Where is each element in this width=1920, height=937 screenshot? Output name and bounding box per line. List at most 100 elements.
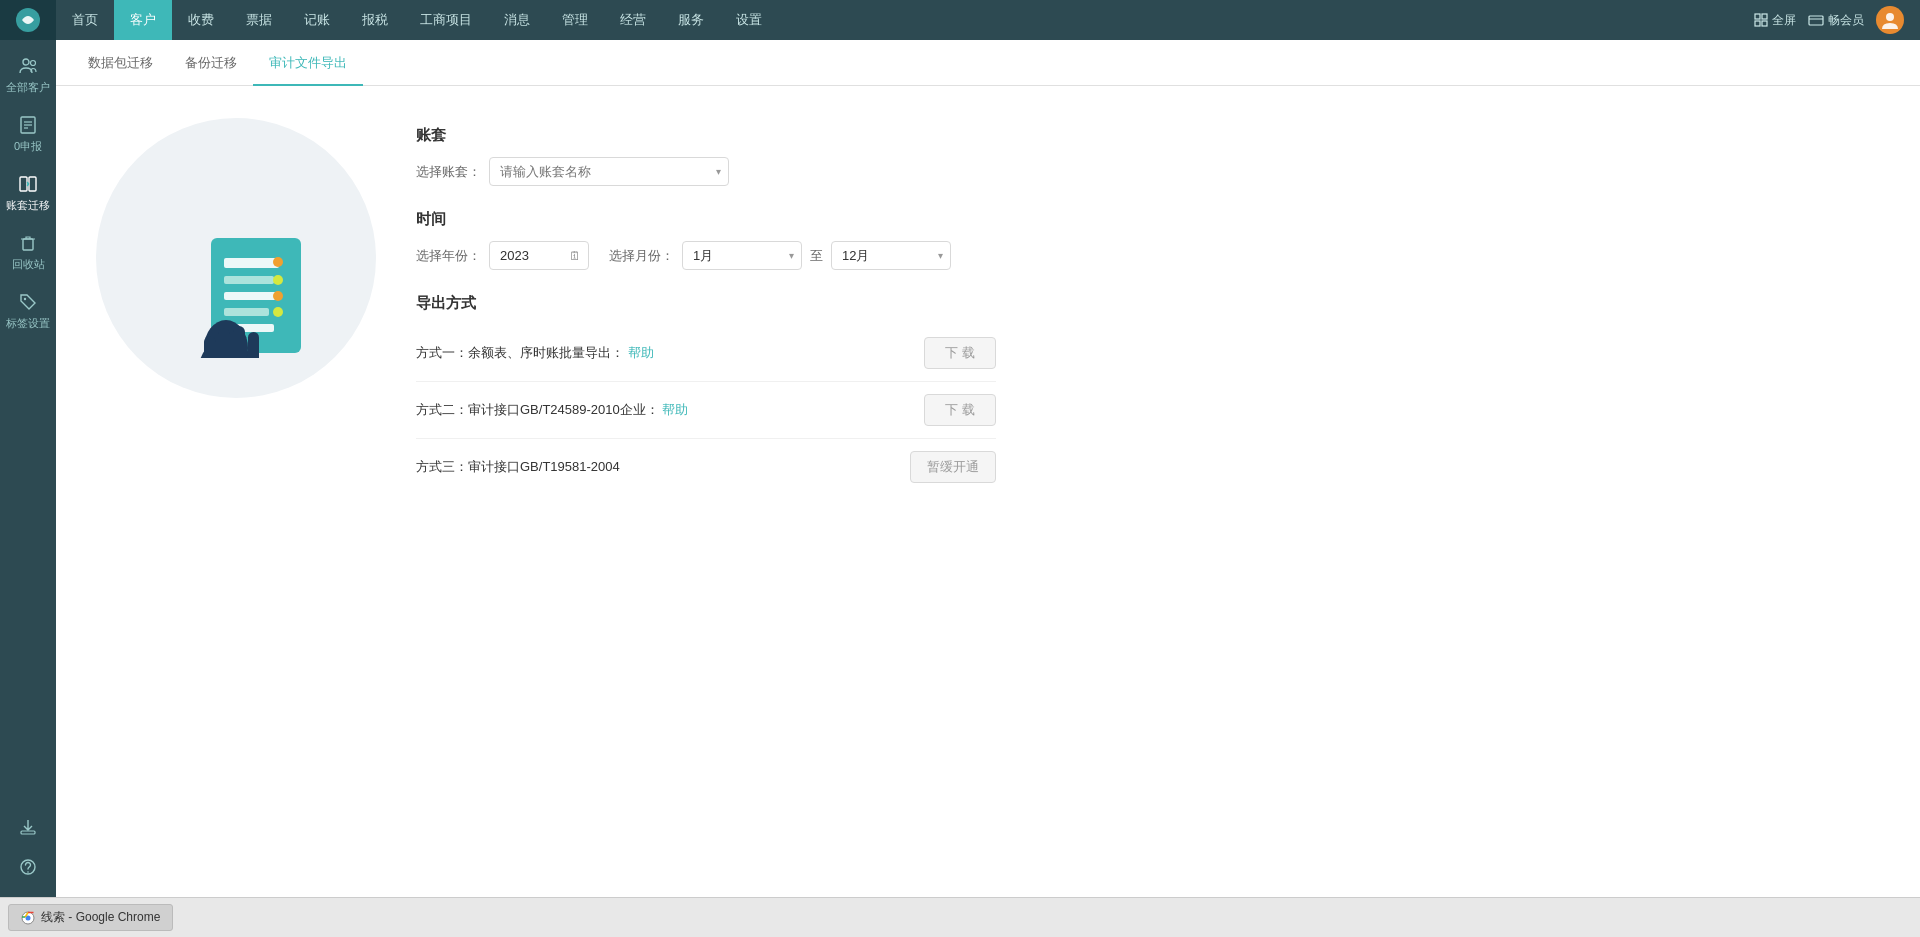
illustration-area (96, 118, 376, 398)
tab-audit-export[interactable]: 审计文件导出 (253, 42, 363, 86)
svg-point-19 (27, 871, 29, 873)
tab-bar: 数据包迁移 备份迁移 审计文件导出 (56, 40, 1920, 86)
svg-rect-1 (1755, 14, 1760, 19)
account-label: 选择账套： (416, 163, 481, 181)
sidebar-item-tag-settings-label: 标签设置 (6, 316, 50, 331)
svg-rect-3 (1755, 21, 1760, 26)
sidebar-item-tag-settings[interactable]: 标签设置 (2, 284, 54, 339)
export-method-1-download-button[interactable]: 下 载 (924, 337, 996, 369)
fullscreen-button[interactable]: 全屏 (1754, 12, 1796, 29)
svg-rect-34 (233, 326, 245, 358)
taskbar: 线索 - Google Chrome (0, 897, 1920, 937)
nav-item-ticket[interactable]: 票据 (230, 0, 288, 40)
export-section-title: 导出方式 (416, 294, 996, 313)
svg-rect-17 (21, 831, 35, 834)
sidebar-item-all-customers-label: 全部客户 (6, 80, 50, 95)
main-layout: 全部客户 0申报 账套迁移 回收站 (0, 40, 1920, 897)
sidebar-item-zero-report-label: 0申报 (14, 139, 42, 154)
svg-rect-15 (23, 239, 33, 250)
sidebar-item-zero-report[interactable]: 0申报 (2, 107, 54, 162)
top-nav: 首页 客户 收费 票据 记账 报税 工商项目 消息 管理 经营 服务 设置 全屏 (0, 0, 1920, 40)
tag-icon (18, 292, 38, 312)
export-layout: 账套 选择账套： ▾ 时间 选择年份： 🗓 (96, 118, 996, 495)
vip-icon (1808, 13, 1824, 27)
export-method-1-text: 方式一：余额表、序时账批量导出： (416, 345, 624, 360)
avatar-icon (1879, 9, 1901, 31)
tab-data-migrate[interactable]: 数据包迁移 (72, 42, 169, 86)
year-label: 选择年份： (416, 247, 481, 265)
account-form-row: 选择账套： ▾ (416, 157, 996, 186)
avatar[interactable] (1876, 6, 1904, 34)
svg-point-8 (31, 61, 36, 66)
tab-backup-migrate[interactable]: 备份迁移 (169, 42, 253, 86)
vip-button[interactable]: 畅会员 (1808, 12, 1864, 29)
time-form-row: 选择年份： 🗓 选择月份： 1月 2月 3月 4月 (416, 241, 996, 270)
nav-item-settings[interactable]: 设置 (720, 0, 778, 40)
svg-rect-22 (224, 276, 274, 284)
month-separator: 至 (810, 247, 823, 265)
left-sidebar: 全部客户 0申报 账套迁移 回收站 (0, 40, 56, 897)
export-method-row-2: 方式二：审计接口GB/T24589-2010企业： 帮助 下 载 (416, 382, 996, 439)
sidebar-item-all-customers[interactable]: 全部客户 (2, 48, 54, 103)
help-icon (18, 857, 38, 877)
svg-point-26 (273, 257, 283, 267)
year-input[interactable] (489, 241, 589, 270)
export-method-2-help-link[interactable]: 帮助 (662, 402, 688, 417)
chrome-icon (21, 911, 35, 925)
vip-label: 畅会员 (1828, 12, 1864, 29)
download-icon (18, 817, 38, 837)
nav-item-manage[interactable]: 管理 (546, 0, 604, 40)
top-nav-items: 首页 客户 收费 票据 记账 报税 工商项目 消息 管理 经营 服务 设置 (56, 0, 1754, 40)
svg-rect-4 (1762, 21, 1767, 26)
nav-item-customer[interactable]: 客户 (114, 0, 172, 40)
svg-point-29 (273, 307, 283, 317)
sidebar-item-account-migrate-label: 账套迁移 (6, 198, 50, 213)
svg-rect-13 (20, 177, 27, 191)
export-method-2-text: 方式二：审计接口GB/T24589-2010企业： (416, 402, 659, 417)
nav-item-tax[interactable]: 报税 (346, 0, 404, 40)
svg-rect-5 (1809, 16, 1823, 25)
export-method-3-vip-button[interactable]: 暂缓开通 (910, 451, 996, 483)
export-method-label-2: 方式二：审计接口GB/T24589-2010企业： 帮助 (416, 401, 688, 419)
account-input[interactable] (489, 157, 729, 186)
taskbar-chrome-item[interactable]: 线索 - Google Chrome (8, 904, 173, 931)
fullscreen-icon (1754, 13, 1768, 27)
svg-rect-23 (224, 292, 279, 300)
content-area: 数据包迁移 备份迁移 审计文件导出 (56, 40, 1920, 897)
sidebar-item-recycle[interactable]: 回收站 (2, 225, 54, 280)
sidebar-bottom (2, 809, 54, 897)
sidebar-item-help[interactable] (2, 849, 54, 885)
svg-point-27 (273, 275, 283, 285)
account-section-title: 账套 (416, 126, 996, 145)
month-end-select[interactable]: 1月 2月 3月 4月 5月 6月 7月 8月 9月 10月 11月 (831, 241, 951, 270)
sidebar-item-account-migrate[interactable]: 账套迁移 (2, 166, 54, 221)
export-method-label-3: 方式三：审计接口GB/T19581-2004 (416, 458, 620, 476)
svg-rect-35 (248, 332, 259, 358)
migrate-icon (18, 174, 38, 194)
app-logo (0, 0, 56, 40)
month-end-wrapper: 1月 2月 3月 4月 5月 6月 7月 8月 9月 10月 11月 (831, 241, 951, 270)
nav-item-service[interactable]: 服务 (662, 0, 720, 40)
month-start-select[interactable]: 1月 2月 3月 4月 5月 6月 7月 8月 9月 10月 11月 (682, 241, 802, 270)
audit-illustration (136, 158, 336, 358)
export-method-2-download-button[interactable]: 下 载 (924, 394, 996, 426)
nav-item-account[interactable]: 记账 (288, 0, 346, 40)
export-method-1-help-link[interactable]: 帮助 (628, 345, 654, 360)
export-method-row-3: 方式三：审计接口GB/T19581-2004 暂缓开通 (416, 439, 996, 495)
export-method-3-text: 方式三：审计接口GB/T19581-2004 (416, 459, 620, 474)
nav-item-message[interactable]: 消息 (488, 0, 546, 40)
svg-point-6 (1886, 13, 1894, 21)
svg-point-16 (24, 298, 26, 300)
svg-rect-14 (29, 177, 36, 191)
nav-item-business[interactable]: 工商项目 (404, 0, 488, 40)
nav-item-fee[interactable]: 收费 (172, 0, 230, 40)
sidebar-item-recycle-label: 回收站 (12, 257, 45, 272)
svg-rect-33 (218, 328, 230, 358)
top-nav-right: 全屏 畅会员 (1754, 6, 1920, 34)
report-icon (18, 115, 38, 135)
nav-item-operation[interactable]: 经营 (604, 0, 662, 40)
users-icon (18, 56, 38, 76)
nav-item-home[interactable]: 首页 (56, 0, 114, 40)
sidebar-item-download[interactable] (2, 809, 54, 845)
svg-rect-2 (1762, 14, 1767, 19)
